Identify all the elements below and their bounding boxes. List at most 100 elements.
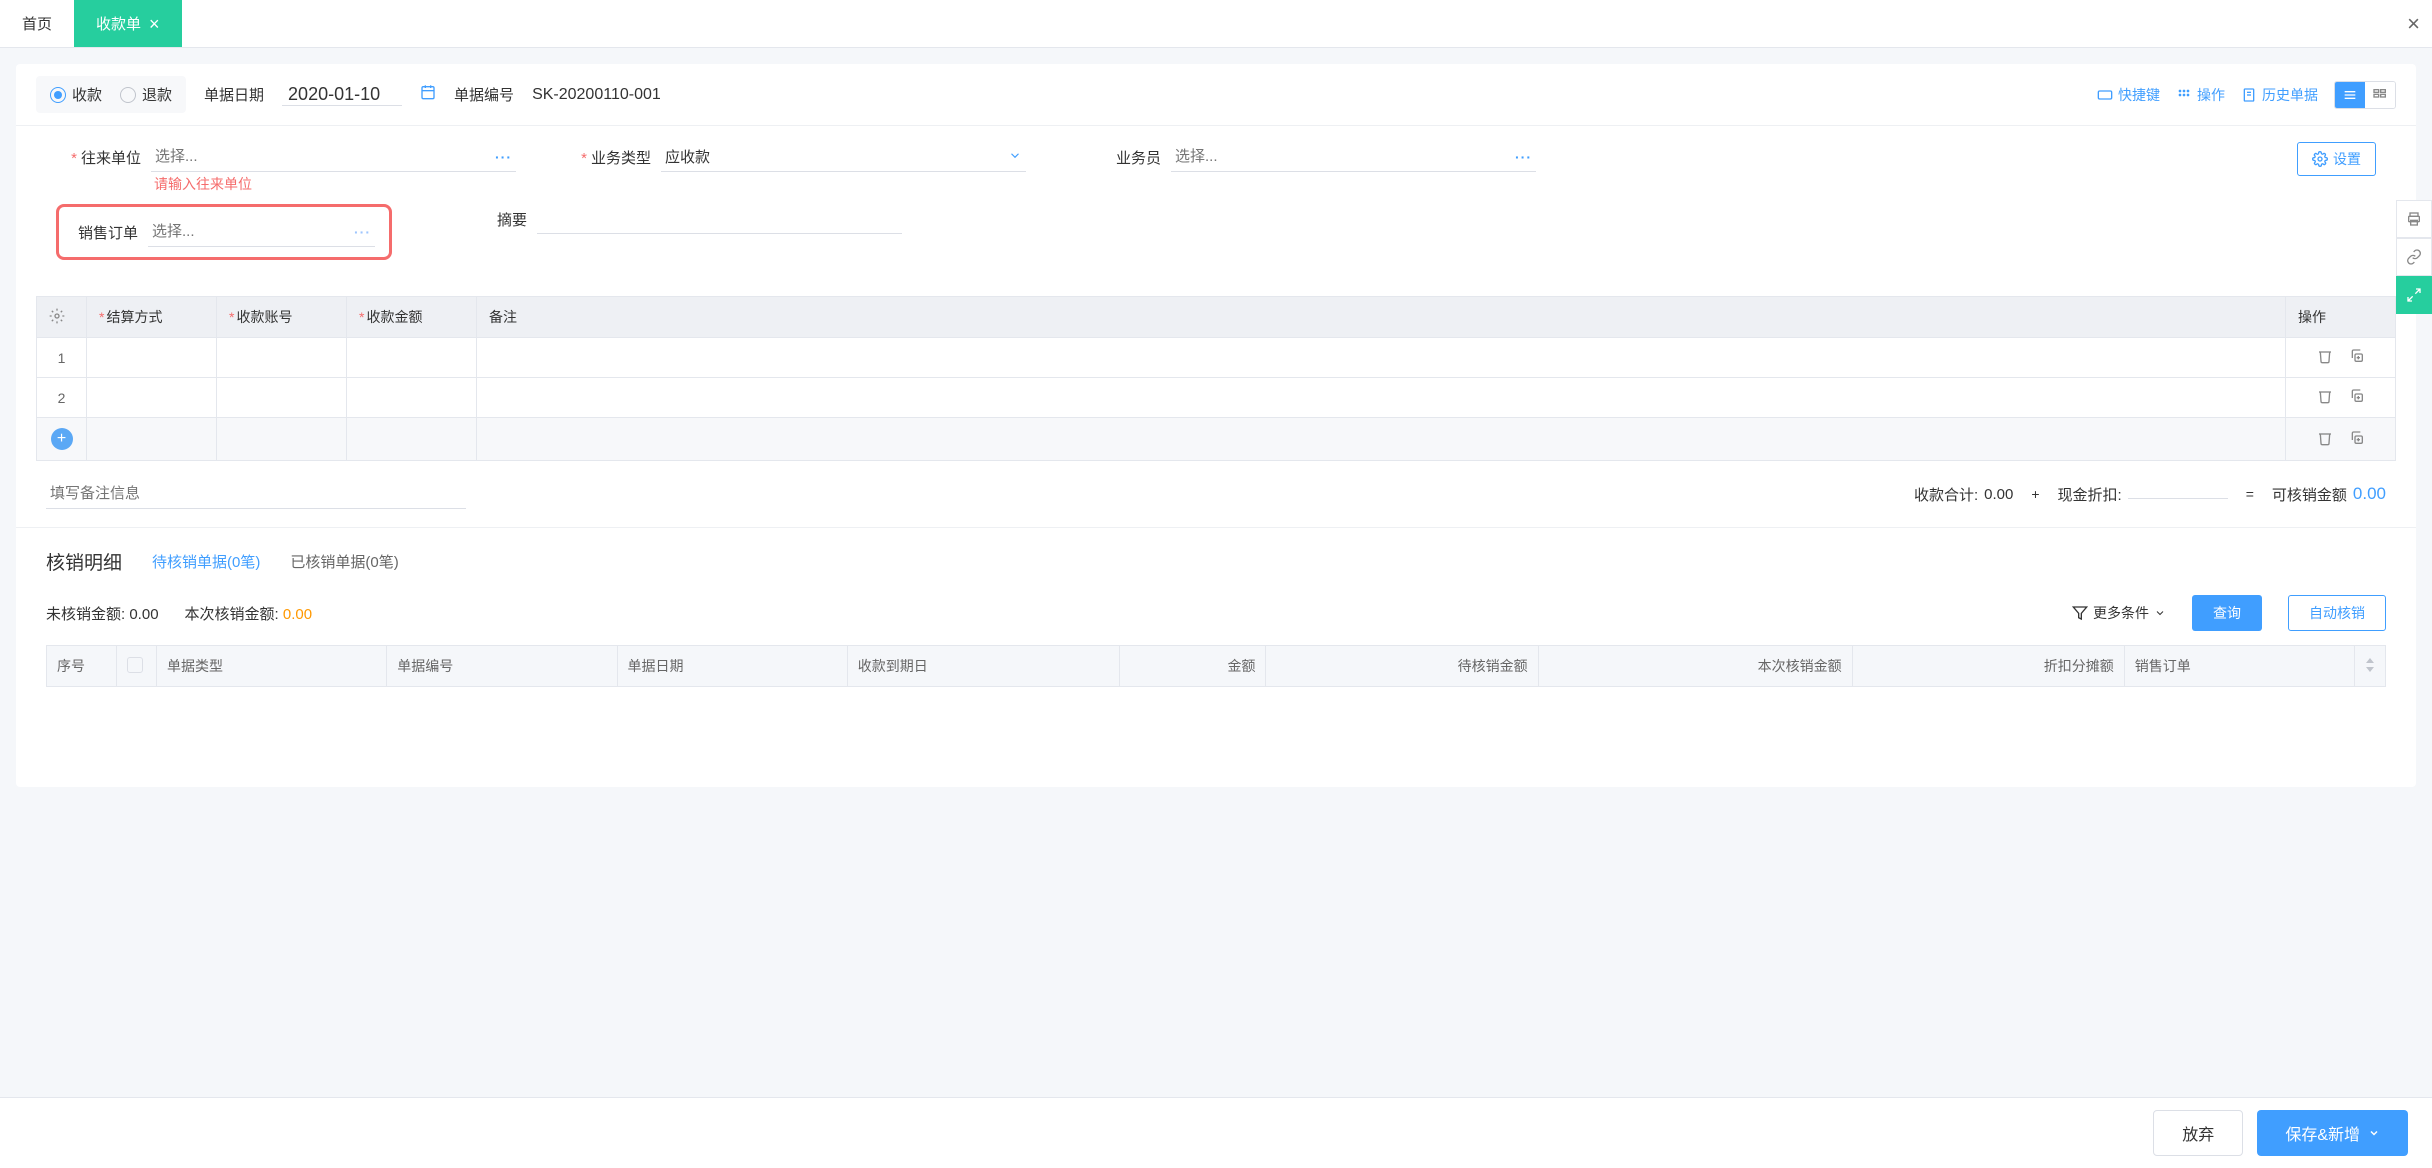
link-icon <box>2406 249 2422 265</box>
settings-label: 设置 <box>2333 149 2361 169</box>
col-amount: 金额 <box>1119 646 1266 687</box>
col-seq: 序号 <box>47 646 117 687</box>
biztype-input[interactable] <box>661 142 1026 172</box>
cell[interactable] <box>217 378 347 418</box>
cell[interactable] <box>477 338 2286 378</box>
tab-pending[interactable]: 待核销单据(0笔) <box>152 551 260 572</box>
copy-icon[interactable] <box>2349 430 2365 449</box>
radio-icon <box>120 87 136 103</box>
col-pending: 待核销金额 <box>1266 646 1538 687</box>
form-row-1: 往来单位 ··· 请输入往来单位 业务类型 <box>56 142 2376 194</box>
verifiable-label: 可核销金额 <box>2272 484 2347 505</box>
copy-icon[interactable] <box>2349 388 2365 407</box>
cell[interactable] <box>87 338 217 378</box>
expand-icon <box>2406 287 2422 303</box>
cell[interactable] <box>347 378 477 418</box>
cell[interactable] <box>217 338 347 378</box>
partner-field: 往来单位 ··· <box>56 142 516 172</box>
gear-icon <box>2312 151 2328 167</box>
view-list-button[interactable] <box>2335 82 2365 108</box>
delete-icon[interactable] <box>2317 348 2333 367</box>
view-grid-button[interactable] <box>2365 82 2395 108</box>
gear-header[interactable] <box>37 297 87 338</box>
side-attach-button[interactable] <box>2396 238 2432 276</box>
side-expand-button[interactable] <box>2396 276 2432 314</box>
query-button[interactable]: 查询 <box>2192 595 2262 631</box>
delete-icon[interactable] <box>2317 430 2333 449</box>
discount-input[interactable] <box>2128 490 2228 499</box>
more-icon[interactable]: ··· <box>354 224 371 240</box>
close-all-icon[interactable]: × <box>2407 11 2420 37</box>
content-panel: 收款 退款 单据日期 2020-01-10 单据编号 SK-20200110-0… <box>16 64 2416 787</box>
plus-sign: + <box>2031 486 2039 502</box>
shortcut-label: 快捷键 <box>2118 85 2160 105</box>
chevron-down-icon[interactable] <box>1008 149 1022 166</box>
table-row-add: + <box>37 418 2396 461</box>
biztype-label: 业务类型 <box>566 147 651 168</box>
cell[interactable] <box>347 418 477 461</box>
tab-home[interactable]: 首页 <box>0 0 74 47</box>
col-current: 本次核销金额 <box>1538 646 1852 687</box>
delete-icon[interactable] <box>2317 388 2333 407</box>
table-row: 1 <box>37 338 2396 378</box>
cell[interactable] <box>87 378 217 418</box>
date-input[interactable]: 2020-01-10 <box>282 84 402 106</box>
partner-error: 请输入往来单位 <box>154 174 516 194</box>
document-icon <box>2241 87 2257 103</box>
partner-input[interactable] <box>151 142 516 172</box>
auto-verify-button[interactable]: 自动核销 <box>2288 595 2386 631</box>
cell[interactable] <box>477 378 2286 418</box>
docno-label: 单据编号 <box>454 84 514 105</box>
cell[interactable] <box>87 418 217 461</box>
history-button[interactable]: 历史单据 <box>2241 85 2318 105</box>
current-stat: 本次核销金额: 0.00 <box>185 603 313 624</box>
shortcut-button[interactable]: 快捷键 <box>2097 85 2160 105</box>
save-button[interactable]: 保存&新增 <box>2257 1110 2408 1156</box>
unverified-stat: 未核销金额: 0.00 <box>46 603 159 624</box>
col-amount: 收款金额 <box>347 297 477 338</box>
row-actions <box>2286 418 2396 461</box>
list-icon <box>2342 87 2358 103</box>
side-toolbar <box>2396 200 2432 314</box>
salesperson-input[interactable] <box>1171 142 1536 172</box>
more-icon[interactable]: ··· <box>495 149 512 165</box>
col-checkbox[interactable] <box>117 646 157 687</box>
summary-input[interactable] <box>537 204 902 234</box>
row-actions <box>2286 378 2396 418</box>
operate-label: 操作 <box>2197 85 2225 105</box>
col-action: 操作 <box>2286 297 2396 338</box>
more-icon[interactable]: ··· <box>1515 149 1532 165</box>
radio-receive[interactable]: 收款 <box>50 84 102 105</box>
close-icon[interactable]: × <box>149 15 160 33</box>
printer-icon <box>2406 211 2422 227</box>
col-remark: 备注 <box>477 297 2286 338</box>
operate-button[interactable]: 操作 <box>2176 85 2225 105</box>
cell[interactable] <box>217 418 347 461</box>
add-row[interactable]: + <box>37 418 87 461</box>
more-filter-button[interactable]: 更多条件 <box>2072 603 2166 623</box>
remark-input[interactable] <box>46 479 466 509</box>
salesorder-label: 销售订单 <box>63 222 138 243</box>
radio-refund[interactable]: 退款 <box>120 84 172 105</box>
col-sort[interactable] <box>2355 646 2386 687</box>
cell[interactable] <box>477 418 2286 461</box>
side-print-button[interactable] <box>2396 200 2432 238</box>
tab-done[interactable]: 已核销单据(0笔) <box>290 551 398 572</box>
cancel-button[interactable]: 放弃 <box>2153 1110 2243 1156</box>
partner-label: 往来单位 <box>56 147 141 168</box>
copy-icon[interactable] <box>2349 348 2365 367</box>
calendar-icon[interactable] <box>420 84 436 105</box>
verify-header: 核销明细 待核销单据(0笔) 已核销单据(0笔) <box>46 548 2386 575</box>
receipt-table: 结算方式 收款账号 收款金额 备注 操作 1 <box>36 296 2396 461</box>
salesorder-input[interactable] <box>148 217 375 247</box>
equals-sign: = <box>2246 486 2254 502</box>
table-row: 2 <box>37 378 2396 418</box>
receipt-type-radio: 收款 退款 <box>36 76 186 113</box>
header-actions: 快捷键 操作 历史单据 <box>2097 81 2396 109</box>
cell[interactable] <box>347 338 477 378</box>
verify-table: 序号 单据类型 单据编号 单据日期 收款到期日 金额 待核销金额 本次核销金额 … <box>46 645 2386 687</box>
plus-icon: + <box>51 428 73 450</box>
tab-receipt[interactable]: 收款单 × <box>74 0 182 47</box>
settings-button[interactable]: 设置 <box>2297 142 2376 176</box>
summary-field: 摘要 <box>442 204 902 234</box>
